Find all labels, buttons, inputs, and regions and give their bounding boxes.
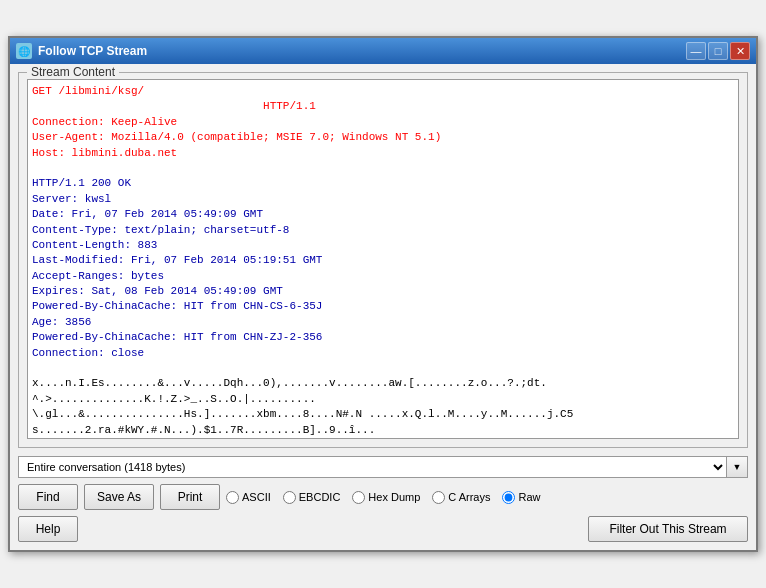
group-label: Stream Content [27, 65, 119, 79]
action-button-row: Find Save As Print ASCII EBCDIC Hex Dump [18, 484, 748, 510]
window-icon: 🌐 [16, 43, 32, 59]
title-controls: — □ ✕ [686, 42, 750, 60]
help-button[interactable]: Help [18, 516, 78, 542]
window-body: Stream Content GET /libmini/ksg/ HTTP/1.… [10, 64, 756, 550]
stream-content-group: Stream Content GET /libmini/ksg/ HTTP/1.… [18, 72, 748, 448]
conversation-selector-row: Entire conversation (1418 bytes) ▼ [18, 456, 748, 478]
print-button[interactable]: Print [160, 484, 220, 510]
bottom-row: Help Filter Out This Stream [18, 516, 748, 542]
conversation-select[interactable]: Entire conversation (1418 bytes) [18, 456, 726, 478]
save-as-button[interactable]: Save As [84, 484, 154, 510]
minimize-button[interactable]: — [686, 42, 706, 60]
close-button[interactable]: ✕ [730, 42, 750, 60]
radio-ebcdic[interactable]: EBCDIC [283, 491, 341, 504]
radio-hexdump[interactable]: Hex Dump [352, 491, 420, 504]
maximize-button[interactable]: □ [708, 42, 728, 60]
title-bar: 🌐 Follow TCP Stream — □ ✕ [10, 38, 756, 64]
find-button[interactable]: Find [18, 484, 78, 510]
radio-ascii[interactable]: ASCII [226, 491, 271, 504]
radio-carrays[interactable]: C Arrays [432, 491, 490, 504]
conversation-dropdown-arrow[interactable]: ▼ [726, 456, 748, 478]
title-bar-left: 🌐 Follow TCP Stream [16, 43, 147, 59]
filter-out-button[interactable]: Filter Out This Stream [588, 516, 748, 542]
follow-tcp-stream-window: 🌐 Follow TCP Stream — □ ✕ Stream Content… [8, 36, 758, 552]
radio-raw[interactable]: Raw [502, 491, 540, 504]
encoding-radio-group: ASCII EBCDIC Hex Dump C Arrays Raw [226, 491, 748, 504]
stream-content-area[interactable]: GET /libmini/ksg/ HTTP/1.1Connection: Ke… [27, 79, 739, 439]
window-title: Follow TCP Stream [38, 44, 147, 58]
